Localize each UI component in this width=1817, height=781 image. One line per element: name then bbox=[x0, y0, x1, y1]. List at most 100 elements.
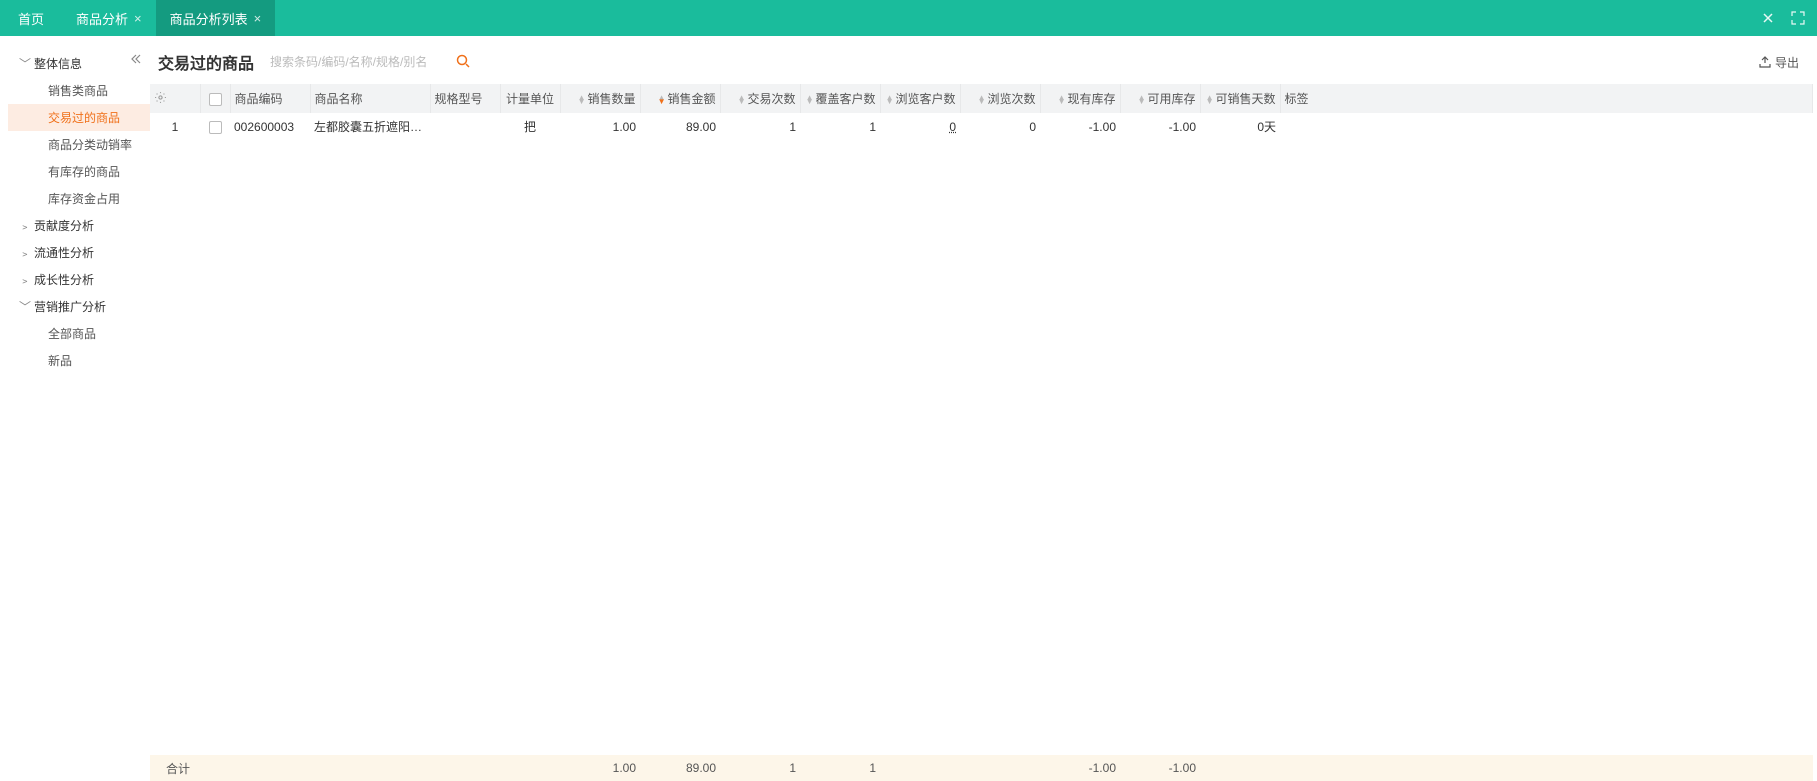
column-label: 浏览次数 bbox=[987, 92, 1035, 106]
close-panel-icon[interactable] bbox=[1759, 9, 1777, 27]
column-tx[interactable]: ▲▼交易次数 bbox=[720, 84, 800, 113]
sort-icon: ▲▼ bbox=[658, 96, 666, 104]
top-tab-bar: 首页 商品分析 × 商品分析列表 × bbox=[0, 0, 1817, 36]
close-icon[interactable]: × bbox=[254, 11, 262, 26]
column-label: 现有库存 bbox=[1067, 92, 1115, 106]
sort-icon: ▲▼ bbox=[886, 96, 894, 104]
main-header: 交易过的商品 导出 bbox=[150, 50, 1813, 84]
sidebar-item-label: 销售类商品 bbox=[48, 84, 108, 98]
column-bcust[interactable]: ▲▼浏览客户数 bbox=[880, 84, 960, 113]
sidebar-item-label: 有库存的商品 bbox=[48, 165, 120, 179]
data-table-container: 商品编码 商品名称 规格型号 计量单位 ▲▼销售数量 ▲▼销售金额 ▲▼交易次数… bbox=[150, 84, 1813, 755]
chevron-right-icon: ﹥ bbox=[20, 271, 30, 288]
totals-row: 合计 1.00 89.00 1 1 -1.00 -1.00 bbox=[150, 755, 1813, 781]
sidebar-item-all-products[interactable]: 全部商品 bbox=[8, 320, 150, 347]
close-icon[interactable]: × bbox=[134, 11, 142, 26]
sort-icon: ▲▼ bbox=[1058, 96, 1066, 104]
totals-tx: 1 bbox=[720, 761, 800, 775]
column-views[interactable]: ▲▼浏览次数 bbox=[960, 84, 1040, 113]
column-tag[interactable]: 标签 bbox=[1280, 84, 1813, 113]
sort-icon: ▲▼ bbox=[1138, 96, 1146, 104]
sidebar-item-category-rate[interactable]: 商品分类动销率 bbox=[8, 131, 150, 158]
column-label: 可销售天数 bbox=[1215, 92, 1275, 106]
sidebar-group-liquidity[interactable]: ﹥ 流通性分析 bbox=[8, 239, 150, 266]
search-box bbox=[270, 54, 470, 71]
tab-product-analysis-list-label: 商品分析列表 bbox=[170, 9, 248, 28]
cell-name: 左都胶囊五折遮阳伞防晒伞 bbox=[310, 113, 430, 140]
column-name[interactable]: 商品名称 bbox=[310, 84, 430, 113]
chevron-down-icon: ﹀ bbox=[20, 55, 30, 72]
cell-tag bbox=[1280, 113, 1813, 140]
sort-icon: ▲▼ bbox=[806, 96, 814, 104]
cell-qty: 1.00 bbox=[560, 113, 640, 140]
page-title: 交易过的商品 bbox=[158, 50, 254, 74]
sidebar-item-sales-products[interactable]: 销售类商品 bbox=[8, 77, 150, 104]
sidebar-group-label: 流通性分析 bbox=[34, 244, 94, 261]
column-label: 标签 bbox=[1285, 92, 1309, 106]
column-settings[interactable] bbox=[150, 84, 200, 113]
export-button[interactable]: 导出 bbox=[1753, 52, 1805, 73]
cell-tx: 1 bbox=[720, 113, 800, 140]
sidebar-item-label: 库存资金占用 bbox=[48, 192, 120, 206]
checkbox-icon bbox=[209, 121, 222, 134]
column-label: 规格型号 bbox=[435, 92, 483, 106]
sidebar-item-traded-products[interactable]: 交易过的商品 bbox=[8, 104, 150, 131]
tab-product-analysis-list[interactable]: 商品分析列表 × bbox=[156, 0, 276, 36]
search-icon[interactable] bbox=[456, 54, 470, 71]
column-qty[interactable]: ▲▼销售数量 bbox=[560, 84, 640, 113]
column-checkbox[interactable] bbox=[200, 84, 230, 113]
fullscreen-icon[interactable] bbox=[1789, 9, 1807, 27]
chevron-right-icon: ﹥ bbox=[20, 217, 30, 234]
column-unit[interactable]: 计量单位 bbox=[500, 84, 560, 113]
sidebar-item-label: 商品分类动销率 bbox=[48, 138, 132, 152]
tab-product-analysis[interactable]: 商品分析 × bbox=[62, 0, 156, 36]
column-avail[interactable]: ▲▼可用库存 bbox=[1120, 84, 1200, 113]
sidebar-collapse-icon[interactable] bbox=[126, 50, 144, 68]
sort-icon: ▲▼ bbox=[978, 96, 986, 104]
column-cust[interactable]: ▲▼覆盖客户数 bbox=[800, 84, 880, 113]
sidebar-group-label: 贡献度分析 bbox=[34, 217, 94, 234]
workspace: ﹀ 整体信息 销售类商品 交易过的商品 商品分类动销率 有库存的商品 库存资金占… bbox=[0, 36, 1817, 781]
sidebar-item-in-stock-products[interactable]: 有库存的商品 bbox=[8, 158, 150, 185]
sidebar-item-new-products[interactable]: 新品 bbox=[8, 347, 150, 374]
sidebar-item-label: 交易过的商品 bbox=[48, 111, 120, 125]
sort-icon: ▲▼ bbox=[1206, 96, 1214, 104]
sidebar-item-label: 新品 bbox=[48, 354, 72, 368]
data-table: 商品编码 商品名称 规格型号 计量单位 ▲▼销售数量 ▲▼销售金额 ▲▼交易次数… bbox=[150, 84, 1813, 140]
search-input[interactable] bbox=[270, 55, 450, 69]
sidebar-item-label: 全部商品 bbox=[48, 327, 96, 341]
table-row[interactable]: 1 002600003 左都胶囊五折遮阳伞防晒伞 把 1.00 89.00 1 … bbox=[150, 113, 1813, 140]
cell-stock: -1.00 bbox=[1040, 113, 1120, 140]
column-spec[interactable]: 规格型号 bbox=[430, 84, 500, 113]
column-code[interactable]: 商品编码 bbox=[230, 84, 310, 113]
cell-bcust[interactable]: 0 bbox=[880, 113, 960, 140]
gear-icon bbox=[154, 93, 167, 107]
cell-cust: 1 bbox=[800, 113, 880, 140]
column-label: 浏览客户数 bbox=[895, 92, 955, 106]
export-label: 导出 bbox=[1775, 54, 1799, 71]
sidebar-group-marketing[interactable]: ﹀ 营销推广分析 bbox=[8, 293, 150, 320]
tab-home-label: 首页 bbox=[18, 9, 44, 28]
cell-views: 0 bbox=[960, 113, 1040, 140]
cell-amount: 89.00 bbox=[640, 113, 720, 140]
column-stock[interactable]: ▲▼现有库存 bbox=[1040, 84, 1120, 113]
row-checkbox[interactable] bbox=[200, 113, 230, 140]
totals-amount: 89.00 bbox=[640, 761, 720, 775]
sort-icon: ▲▼ bbox=[578, 96, 586, 104]
table-header: 商品编码 商品名称 规格型号 计量单位 ▲▼销售数量 ▲▼销售金额 ▲▼交易次数… bbox=[150, 84, 1813, 113]
sort-icon: ▲▼ bbox=[738, 96, 746, 104]
totals-stock: -1.00 bbox=[1040, 761, 1120, 775]
main-content: 交易过的商品 导出 bbox=[150, 50, 1817, 781]
sidebar: ﹀ 整体信息 销售类商品 交易过的商品 商品分类动销率 有库存的商品 库存资金占… bbox=[0, 50, 150, 781]
sidebar-group-growth[interactable]: ﹥ 成长性分析 bbox=[8, 266, 150, 293]
totals-avail: -1.00 bbox=[1120, 761, 1200, 775]
sidebar-group-label: 整体信息 bbox=[34, 55, 82, 72]
cell-avail: -1.00 bbox=[1120, 113, 1200, 140]
sidebar-item-stock-capital[interactable]: 库存资金占用 bbox=[8, 185, 150, 212]
column-label: 计量单位 bbox=[506, 92, 554, 106]
tab-home[interactable]: 首页 bbox=[0, 0, 62, 36]
column-amount[interactable]: ▲▼销售金额 bbox=[640, 84, 720, 113]
cell-unit: 把 bbox=[500, 113, 560, 140]
sidebar-group-contribution[interactable]: ﹥ 贡献度分析 bbox=[8, 212, 150, 239]
column-days[interactable]: ▲▼可销售天数 bbox=[1200, 84, 1280, 113]
